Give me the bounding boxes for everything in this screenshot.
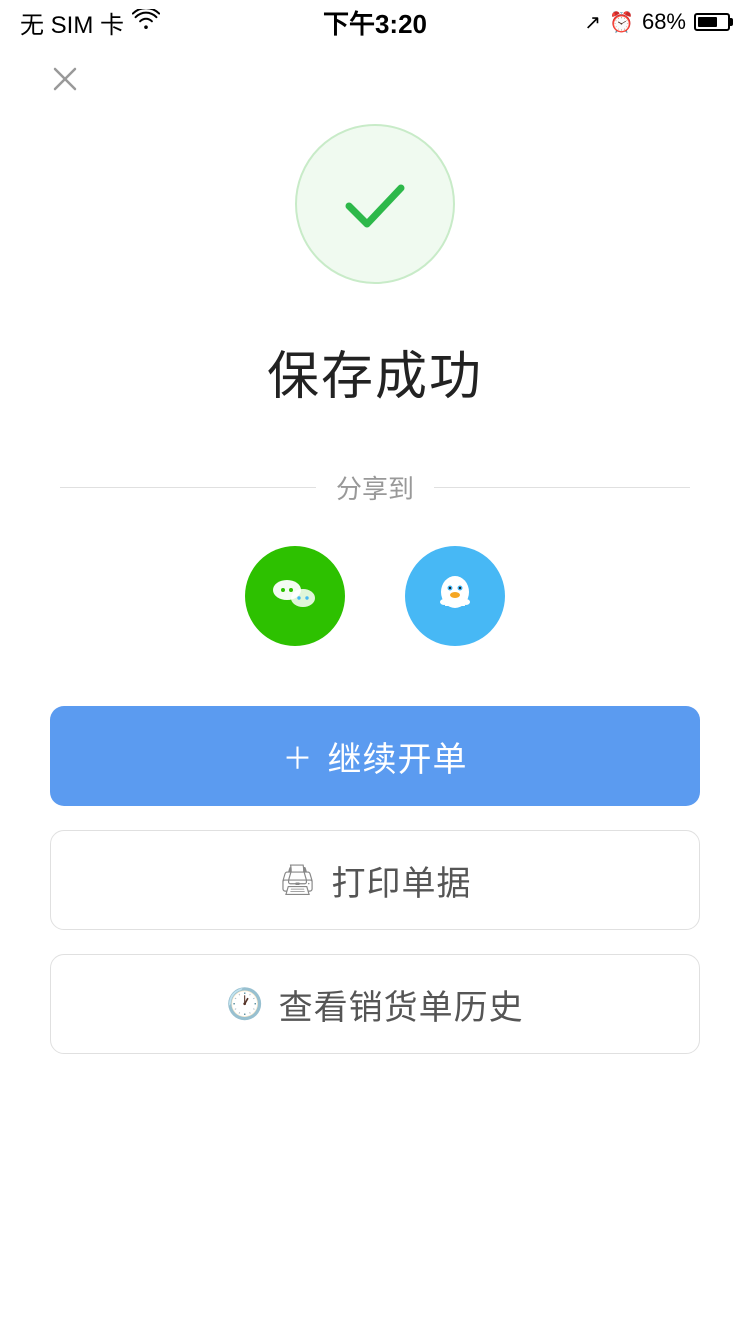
- status-bar: 无 SIM 卡 下午3:20 ↗ ⏰ 68%: [0, 0, 750, 44]
- status-left: 无 SIM 卡: [20, 5, 160, 40]
- divider-line-left: [60, 487, 316, 488]
- wifi-icon: [132, 8, 160, 36]
- location-icon: ↗: [584, 10, 601, 35]
- clock-icon: 🕐: [226, 987, 264, 1022]
- close-button[interactable]: [40, 54, 90, 104]
- qq-share-button[interactable]: [405, 546, 505, 646]
- plus-icon: ＋: [283, 734, 314, 778]
- print-label: 打印单据: [332, 856, 472, 905]
- checkmark-icon: [335, 164, 415, 244]
- sim-status: 无 SIM 卡: [20, 5, 124, 40]
- share-icons-row: [245, 546, 505, 646]
- print-button[interactable]: 🖨 打印单据: [50, 830, 700, 930]
- battery-percent: 68%: [642, 9, 686, 35]
- printer-icon: 🖨: [278, 863, 317, 898]
- status-right: ↗ ⏰ 68%: [584, 9, 730, 35]
- status-time: 下午3:20: [323, 4, 427, 41]
- wechat-icon: [267, 568, 323, 624]
- divider-line-right: [434, 487, 690, 488]
- share-label: 分享到: [316, 469, 434, 506]
- share-divider: 分享到: [0, 469, 750, 506]
- wechat-share-button[interactable]: [245, 546, 345, 646]
- alarm-icon: ⏰: [609, 10, 634, 35]
- success-title: 保存成功: [267, 334, 483, 409]
- qq-icon: [427, 568, 483, 624]
- continue-order-label: 继续开单: [328, 732, 468, 781]
- action-buttons: ＋ 继续开单 🖨 打印单据 🕐 查看销货单历史: [0, 706, 750, 1054]
- view-history-button[interactable]: 🕐 查看销货单历史: [50, 954, 700, 1054]
- battery-icon: [694, 13, 730, 31]
- view-history-label: 查看销货单历史: [279, 980, 524, 1029]
- main-content: 保存成功 分享到: [0, 44, 750, 1054]
- share-section: 分享到: [0, 469, 750, 646]
- success-icon-circle: [295, 124, 455, 284]
- continue-order-button[interactable]: ＋ 继续开单: [50, 706, 700, 806]
